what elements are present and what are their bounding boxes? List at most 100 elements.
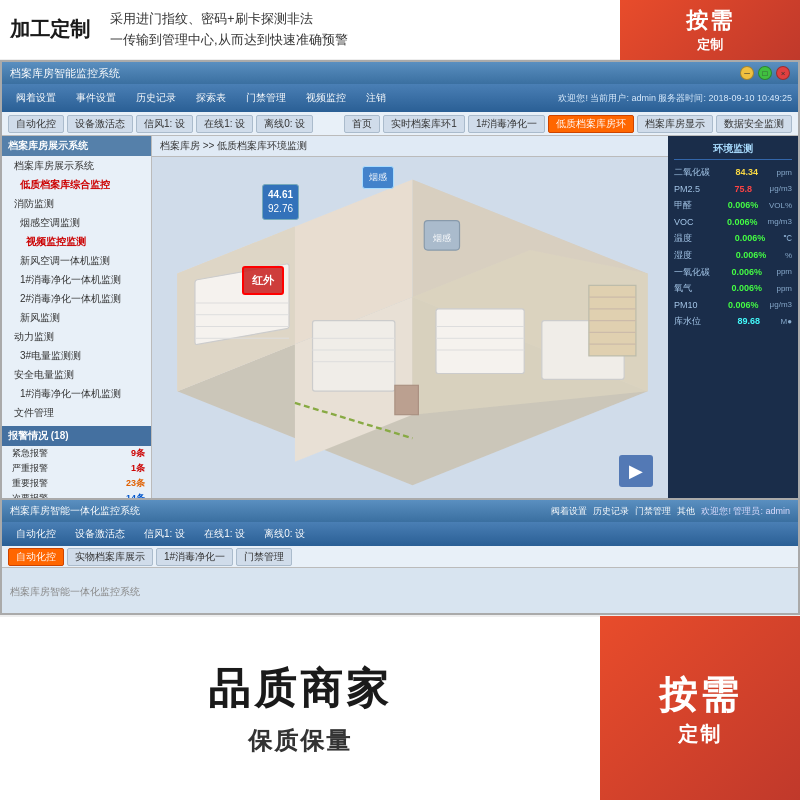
sidebar-item-power[interactable]: 动力监测 [2,327,151,346]
sidebar-item-file-mgmt[interactable]: 文件管理 [2,403,151,422]
env-formaldehyde: 甲醛 0.006% VOL% [674,199,792,212]
sidebar-item-newair-ac[interactable]: 新风空调一体机监测 [2,251,151,270]
sidebar-item-smoke-ac[interactable]: 烟感空调监测 [2,213,151,232]
sw2-tab-display[interactable]: 实物档案库展示 [67,548,153,566]
env-co2-label: 二氧化碳 [674,166,719,179]
smoke-label: 烟感 [362,166,394,189]
sidebar: 档案库房展示系统 档案库房展示系统 低质档案库综合监控 消防监测 烟感空调监测 … [2,136,152,500]
sidebar-item-fire[interactable]: 消防监测 [2,194,151,213]
close-button[interactable]: × [776,66,790,80]
alert-severe: 严重报警1条 [2,461,151,476]
bottom-main-text: 品质商家 [208,661,392,717]
sw2-title: 档案库房智能一体化监控系统 [10,504,140,518]
sw2-tab-bar: 自动化控 实物档案库展示 1#消毒净化一 门禁管理 [2,546,798,568]
nav-door[interactable]: 门禁管理 [238,89,294,107]
sw2-subnav-auto[interactable]: 自动化控 [8,525,64,543]
env-hum-unit: % [785,250,792,261]
building-diagram: 烟感 44.61 92.76 红外 烟感 ▶ [162,156,663,497]
breadcrumb: 档案库房 >> 低质档案库环境监测 [152,136,668,157]
window-title: 档案库房智能监控系统 [10,66,740,81]
sw2-nav-history[interactable]: 历史记录 [593,505,629,518]
subnav-offline[interactable]: 离线0: 设 [256,115,313,133]
cta-label1: 按需 [686,6,734,36]
software-window-2: 档案库房智能一体化监控系统 阀着设置 历史记录 门禁管理 其他 欢迎您! 管理员… [0,500,800,615]
sw2-nav-valve[interactable]: 阀着设置 [551,505,587,518]
tab-disinfect1[interactable]: 1#消毒净化一 [468,115,545,133]
env-hum-label: 湿度 [674,249,719,262]
sidebar-item-video[interactable]: 视频监控监测 [2,232,151,251]
env-co: 一氧化碳 0.006% ppm [674,266,792,279]
env-pm10-label: PM10 [674,299,719,312]
env-water: 库水位 89.68 M● [674,315,792,328]
sidebar-item-disinfect1b[interactable]: 1#消毒净化一体机监测 [2,384,151,403]
nav-video[interactable]: 视频监控 [298,89,354,107]
env-voc-unit: mg/m3 [768,216,792,227]
bottom-cta-sub: 定制 [678,721,722,748]
env-voc-value: 0.006% [727,216,758,229]
env-co2-value: 84.34 [735,166,758,179]
bottom-banner: 品质商家 保质保量 按需 定制 [0,615,800,800]
sidebar-item-lowquality[interactable]: 低质档案库综合监控 [2,175,151,194]
temp-humidity-sensor[interactable]: 44.61 92.76 [262,184,299,220]
sw2-content-placeholder: 档案库房智能一体化监控系统 [10,585,140,599]
temp-value: 44.61 [268,188,293,202]
env-form-value: 0.006% [728,199,759,212]
nav-logout[interactable]: 注销 [358,89,394,107]
sw2-nav-door[interactable]: 门禁管理 [635,505,671,518]
sub-nav: 自动化控 设备激活态 信风1: 设 在线1: 设 离线0: 设 首页 实时档案库… [2,112,798,136]
minimize-button[interactable]: ─ [740,66,754,80]
subnav-wind1[interactable]: 信风1: 设 [136,115,193,133]
sw2-subnav-device[interactable]: 设备激活态 [67,525,133,543]
sidebar-item-safety-elec[interactable]: 安全电量监测 [2,365,151,384]
sw2-subnav-wind[interactable]: 信风1: 设 [136,525,193,543]
svg-rect-28 [395,385,419,414]
env-panel-title: 环境监测 [674,142,792,160]
cta-label2: 定制 [697,36,723,54]
env-humidity: 湿度 0.006% % [674,249,792,262]
env-water-unit: M● [781,316,793,327]
sw2-tab-auto[interactable]: 自动化控 [8,548,64,566]
env-pm10-unit: μg/m3 [770,299,792,310]
env-o2: 氧气 0.006% ppm [674,282,792,295]
bottom-cta-button[interactable]: 按需 定制 [600,616,800,800]
alert-urgent: 紧急报警9条 [2,446,151,461]
top-banner: 加工定制 采用进门指纹、密码+刷卡探测非法 一传输到管理中心,从而达到快速准确预… [0,0,800,60]
env-o2-label: 氧气 [674,282,719,295]
sidebar-item-elec3[interactable]: 3#电量监测测 [2,346,151,365]
sidebar-item-newwind[interactable]: 新风监测 [2,308,151,327]
subnav-online[interactable]: 在线1: 设 [196,115,253,133]
subnav-auto[interactable]: 自动化控 [8,115,64,133]
navigate-arrow[interactable]: ▶ [619,455,653,487]
top-cta-button[interactable]: 按需 定制 [620,0,800,60]
env-form-label: 甲醛 [674,199,719,212]
top-nav: 阀着设置 事件设置 历史记录 探索表 门禁管理 视频监控 注销 欢迎您! 当前用… [2,84,798,112]
sw2-nav2: 自动化控 设备激活态 信风1: 设 在线1: 设 离线0: 设 [2,522,798,546]
sw2-tab-door[interactable]: 门禁管理 [236,548,292,566]
nav-event-settings[interactable]: 事件设置 [68,89,124,107]
nav-history[interactable]: 历史记录 [128,89,184,107]
building-svg: 烟感 [162,156,663,497]
tab-lowquality[interactable]: 低质档案库房环 [548,115,634,133]
tab-display[interactable]: 档案库房显示 [637,115,713,133]
sidebar-item-disinfect2[interactable]: 2#消毒净化一体机监测 [2,289,151,308]
sw2-tab-disinfect[interactable]: 1#消毒净化一 [156,548,233,566]
env-form-unit: VOL% [769,200,792,211]
env-temp: 温度 0.006% ℃ [674,232,792,245]
nav-valve-settings[interactable]: 阀着设置 [8,89,64,107]
sw2-nav-other[interactable]: 其他 [677,505,695,518]
sw2-subnav-online[interactable]: 在线1: 设 [196,525,253,543]
sidebar-item-display[interactable]: 档案库房展示系统 [2,156,151,175]
maximize-button[interactable]: □ [758,66,772,80]
subnav-device[interactable]: 设备激活态 [67,115,133,133]
bottom-cta-big: 按需 [659,670,741,721]
tab-home[interactable]: 首页 [344,115,380,133]
env-temp-value: 0.006% [735,232,766,245]
svg-rect-11 [313,321,395,392]
building-view: 档案库房 >> 低质档案库环境监测 [152,136,668,500]
infrared-label[interactable]: 红外 [242,266,284,295]
tab-datasec[interactable]: 数据安全监测 [716,115,792,133]
sidebar-item-disinfect1[interactable]: 1#消毒净化一体机监测 [2,270,151,289]
tab-env1[interactable]: 实时档案库环1 [383,115,465,133]
sw2-subnav-offline[interactable]: 离线0: 设 [256,525,313,543]
nav-report[interactable]: 探索表 [188,89,234,107]
